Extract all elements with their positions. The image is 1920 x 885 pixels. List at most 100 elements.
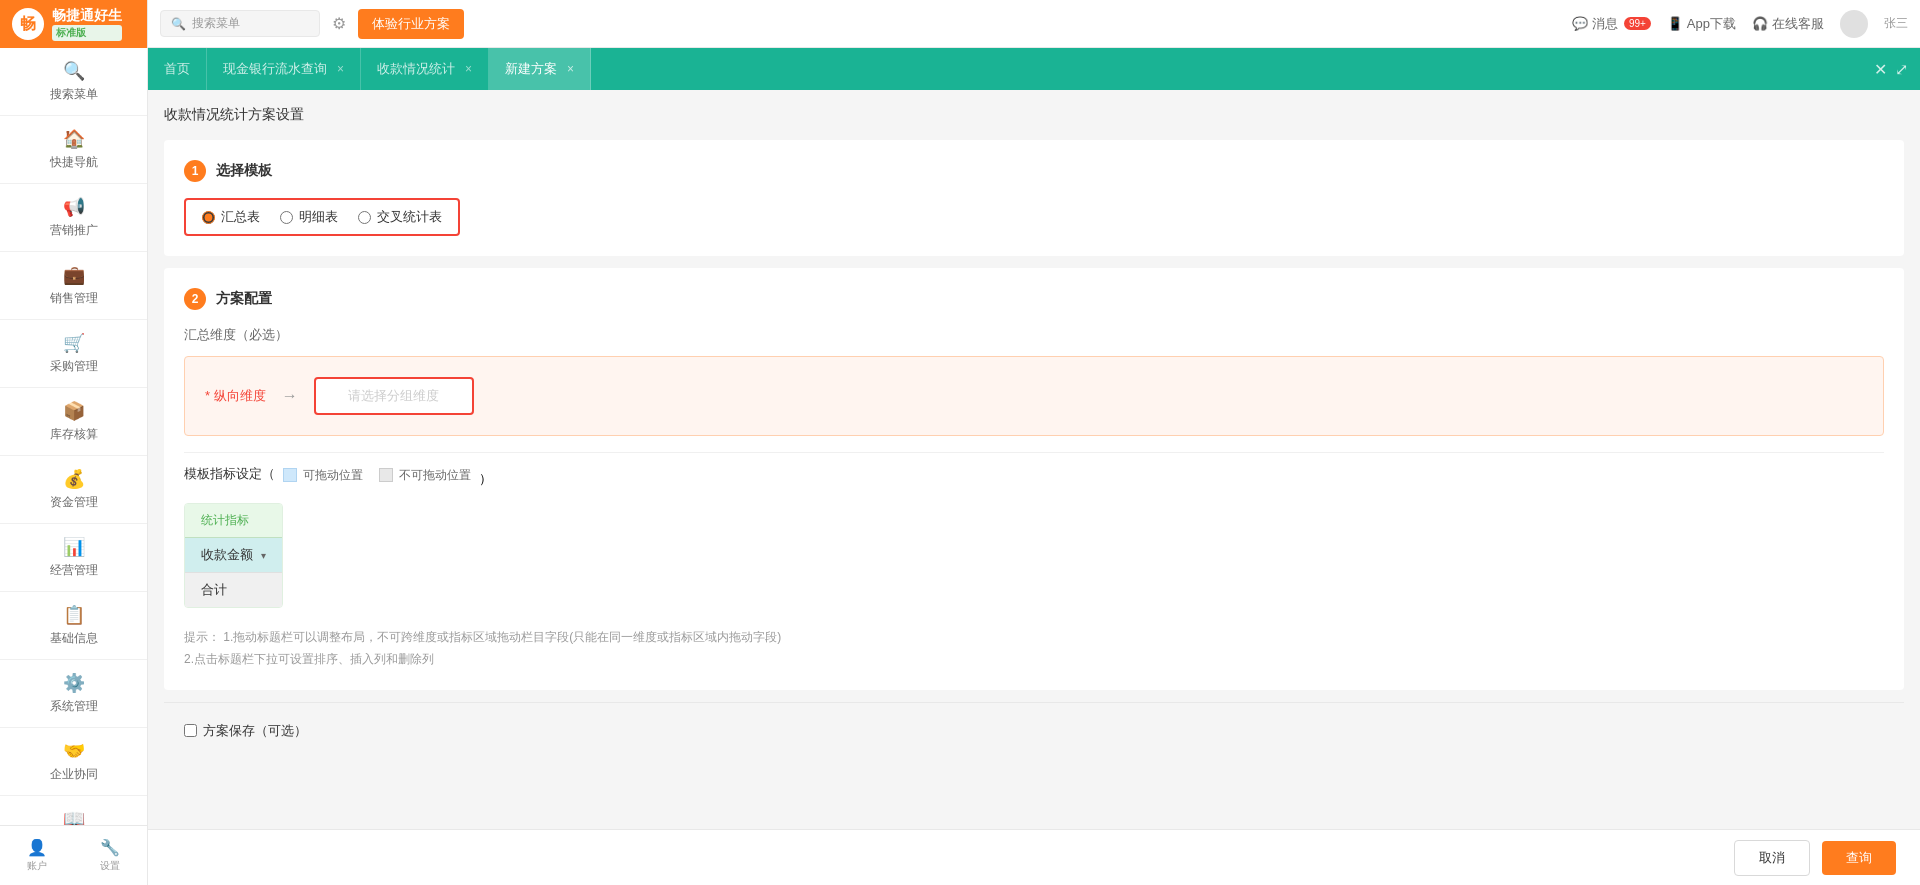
tab-newplan-label: 新建方案 bbox=[505, 60, 557, 78]
radio-summary-label: 汇总表 bbox=[221, 208, 260, 226]
sidebar-footer: 👤 账户 🔧 设置 bbox=[0, 825, 147, 885]
tip-1: 提示： 1.拖动标题栏可以调整布局，不可跨维度或指标区域拖动栏目字段(只能在同一… bbox=[184, 627, 1884, 649]
step1-header: 1 选择模板 bbox=[184, 160, 1884, 182]
tip-2: 2.点击标题栏下拉可设置排序、插入列和删除列 bbox=[184, 649, 1884, 671]
sidebar-item-2[interactable]: 📢 营销推广 bbox=[0, 184, 147, 252]
stats-total: 合计 bbox=[185, 572, 282, 607]
service-item[interactable]: 🎧 在线客服 bbox=[1752, 15, 1824, 33]
movable-box bbox=[283, 468, 297, 482]
service-icon: 🎧 bbox=[1752, 16, 1768, 31]
sidebar-icon-11: 📖 bbox=[63, 808, 85, 825]
search-placeholder: 搜索菜单 bbox=[192, 15, 240, 32]
tabbar-right: ✕ ⤢ bbox=[1862, 48, 1920, 90]
radio-summary[interactable]: 汇总表 bbox=[202, 208, 260, 226]
tabbar: 首页 现金银行流水查询 × 收款情况统计 × 新建方案 × ✕ ⤢ bbox=[148, 48, 1920, 90]
notification-badge: 99+ bbox=[1624, 17, 1651, 30]
sidebar-item-3[interactable]: 💼销售管理 bbox=[0, 252, 147, 320]
sidebar-item-1[interactable]: 🏠 快捷导航 bbox=[0, 116, 147, 184]
stats-table: 统计指标 收款金额 ▾ 合计 bbox=[184, 503, 283, 608]
close-window-icon[interactable]: ✕ bbox=[1874, 60, 1887, 79]
tab-home[interactable]: 首页 bbox=[148, 48, 207, 90]
download-item[interactable]: 📱 App下载 bbox=[1667, 15, 1736, 33]
download-icon: 📱 bbox=[1667, 16, 1683, 31]
radio-cross-label: 交叉统计表 bbox=[377, 208, 442, 226]
metrics-section: 模板指标设定（ 可拖动位置 不可拖动位置 ） bbox=[184, 465, 1884, 611]
legend-fixed: 不可拖动位置 bbox=[379, 467, 471, 484]
notification-item[interactable]: 💬 消息 99+ bbox=[1572, 15, 1651, 33]
sidebar-item-5[interactable]: 📦库存核算 bbox=[0, 388, 147, 456]
expand-icon[interactable]: ⤢ bbox=[1895, 60, 1908, 79]
sidebar: 畅 畅捷通好生 标准版 🔍搜索菜单 🏠 快捷导航 📢 营销推广 💼销售管理 🛒 采购管理 📦库存… bbox=[0, 0, 148, 885]
footer-bar: 方案保存（可选） bbox=[164, 702, 1904, 758]
sidebar-icon-5: 📦 bbox=[63, 400, 85, 422]
tab-cashflow-close[interactable]: × bbox=[337, 62, 344, 76]
sidebar-label-1: 快捷导航 bbox=[50, 154, 98, 171]
sidebar-label-2: 营销推广 bbox=[50, 222, 98, 239]
avatar bbox=[1840, 10, 1868, 38]
sidebar-item-4[interactable]: 🛒 采购管理 bbox=[0, 320, 147, 388]
gear-icon[interactable]: ⚙ bbox=[332, 14, 346, 33]
tips-section: 提示： 1.拖动标题栏可以调整布局，不可跨维度或指标区域拖动栏目字段(只能在同一… bbox=[184, 627, 1884, 670]
dimension-select[interactable]: 请选择分组维度 bbox=[314, 377, 474, 415]
sidebar-item-11[interactable]: 📖新手引导 bbox=[0, 796, 147, 825]
username: 张三 bbox=[1884, 15, 1908, 32]
sidebar-item-7[interactable]: 📊 经营管理 bbox=[0, 524, 147, 592]
download-label: App下载 bbox=[1687, 15, 1736, 33]
message-icon: 💬 bbox=[1572, 16, 1588, 31]
sidebar-label-4: 采购管理 bbox=[50, 358, 98, 375]
stats-item-label: 收款金额 bbox=[201, 546, 253, 564]
edition-badge: 标准版 bbox=[52, 25, 122, 41]
page-title: 收款情况统计方案设置 bbox=[164, 106, 1904, 124]
sidebar-icon-1: 🏠 bbox=[63, 128, 85, 150]
sidebar-item-10[interactable]: 🤝企业协同 bbox=[0, 728, 147, 796]
sidebar-footer-btn-right[interactable]: 🔧 设置 bbox=[100, 838, 120, 873]
tab-cashflow-label: 现金银行流水查询 bbox=[223, 60, 327, 78]
save-checkbox[interactable] bbox=[184, 724, 197, 737]
stats-section-header: 统计指标 bbox=[185, 504, 282, 538]
sidebar-icon-6: 💰 bbox=[63, 468, 85, 490]
arrow-icon: → bbox=[282, 387, 298, 405]
query-button[interactable]: 查询 bbox=[1822, 841, 1896, 875]
sidebar-icon-4: 🛒 bbox=[63, 332, 85, 354]
save-checkbox-label[interactable]: 方案保存（可选） bbox=[203, 722, 307, 740]
sidebar-icon-2: 📢 bbox=[63, 196, 85, 218]
logo-text: 畅捷通好生 bbox=[52, 7, 122, 25]
sidebar-icon-10: 🤝 bbox=[63, 740, 85, 762]
dimension-row: * 纵向维度 → 请选择分组维度 bbox=[205, 377, 1863, 415]
sidebar-icon-8: 📋 bbox=[63, 604, 85, 626]
sidebar-item-6[interactable]: 💰资金管理 bbox=[0, 456, 147, 524]
sidebar-label-8: 基础信息 bbox=[50, 630, 98, 647]
tab-cashflow[interactable]: 现金银行流水查询 × bbox=[207, 48, 361, 90]
step1-title: 选择模板 bbox=[216, 162, 272, 180]
sidebar-label-7: 经营管理 bbox=[50, 562, 98, 579]
radio-cross[interactable]: 交叉统计表 bbox=[358, 208, 442, 226]
notification-label: 消息 bbox=[1592, 15, 1618, 33]
action-bar: 取消 查询 bbox=[148, 829, 1920, 885]
tab-receipts[interactable]: 收款情况统计 × bbox=[361, 48, 489, 90]
sidebar-icon-0: 🔍 bbox=[63, 60, 85, 82]
topbar: 🔍 搜索菜单 ⚙ 体验行业方案 💬 消息 99+ 📱 App下载 🎧 在线客服 bbox=[148, 0, 1920, 48]
tab-newplan[interactable]: 新建方案 × bbox=[489, 48, 591, 90]
tab-receipts-label: 收款情况统计 bbox=[377, 60, 455, 78]
sidebar-footer-btn-left[interactable]: 👤 账户 bbox=[27, 838, 47, 873]
logo-icon: 畅 bbox=[12, 8, 44, 40]
dimension-section-label: 汇总维度（必选） bbox=[184, 326, 1884, 344]
tab-newplan-close[interactable]: × bbox=[567, 62, 574, 76]
search-icon: 🔍 bbox=[171, 17, 186, 31]
legend-movable: 可拖动位置 bbox=[283, 467, 363, 484]
sidebar-icon-9: ⚙️ bbox=[63, 672, 85, 694]
sidebar-item-0[interactable]: 🔍搜索菜单 bbox=[0, 48, 147, 116]
sidebar-item-8[interactable]: 📋 基础信息 bbox=[0, 592, 147, 660]
dropdown-arrow-icon[interactable]: ▾ bbox=[261, 550, 266, 561]
step2-card: 2 方案配置 汇总维度（必选） * 纵向维度 → 请选择分组维度 模 bbox=[164, 268, 1904, 690]
step1-card: 1 选择模板 汇总表 明细表 交叉统计表 bbox=[164, 140, 1904, 256]
sidebar-icon-7: 📊 bbox=[63, 536, 85, 558]
trial-button[interactable]: 体验行业方案 bbox=[358, 9, 464, 39]
sidebar-item-9[interactable]: ⚙️系统管理 bbox=[0, 660, 147, 728]
step2-header: 2 方案配置 bbox=[184, 288, 1884, 310]
search-box[interactable]: 🔍 搜索菜单 bbox=[160, 10, 320, 37]
tab-receipts-close[interactable]: × bbox=[465, 62, 472, 76]
main: 🔍 搜索菜单 ⚙ 体验行业方案 💬 消息 99+ 📱 App下载 🎧 在线客服 bbox=[148, 0, 1920, 885]
radio-detail[interactable]: 明细表 bbox=[280, 208, 338, 226]
cancel-button[interactable]: 取消 bbox=[1734, 840, 1810, 876]
